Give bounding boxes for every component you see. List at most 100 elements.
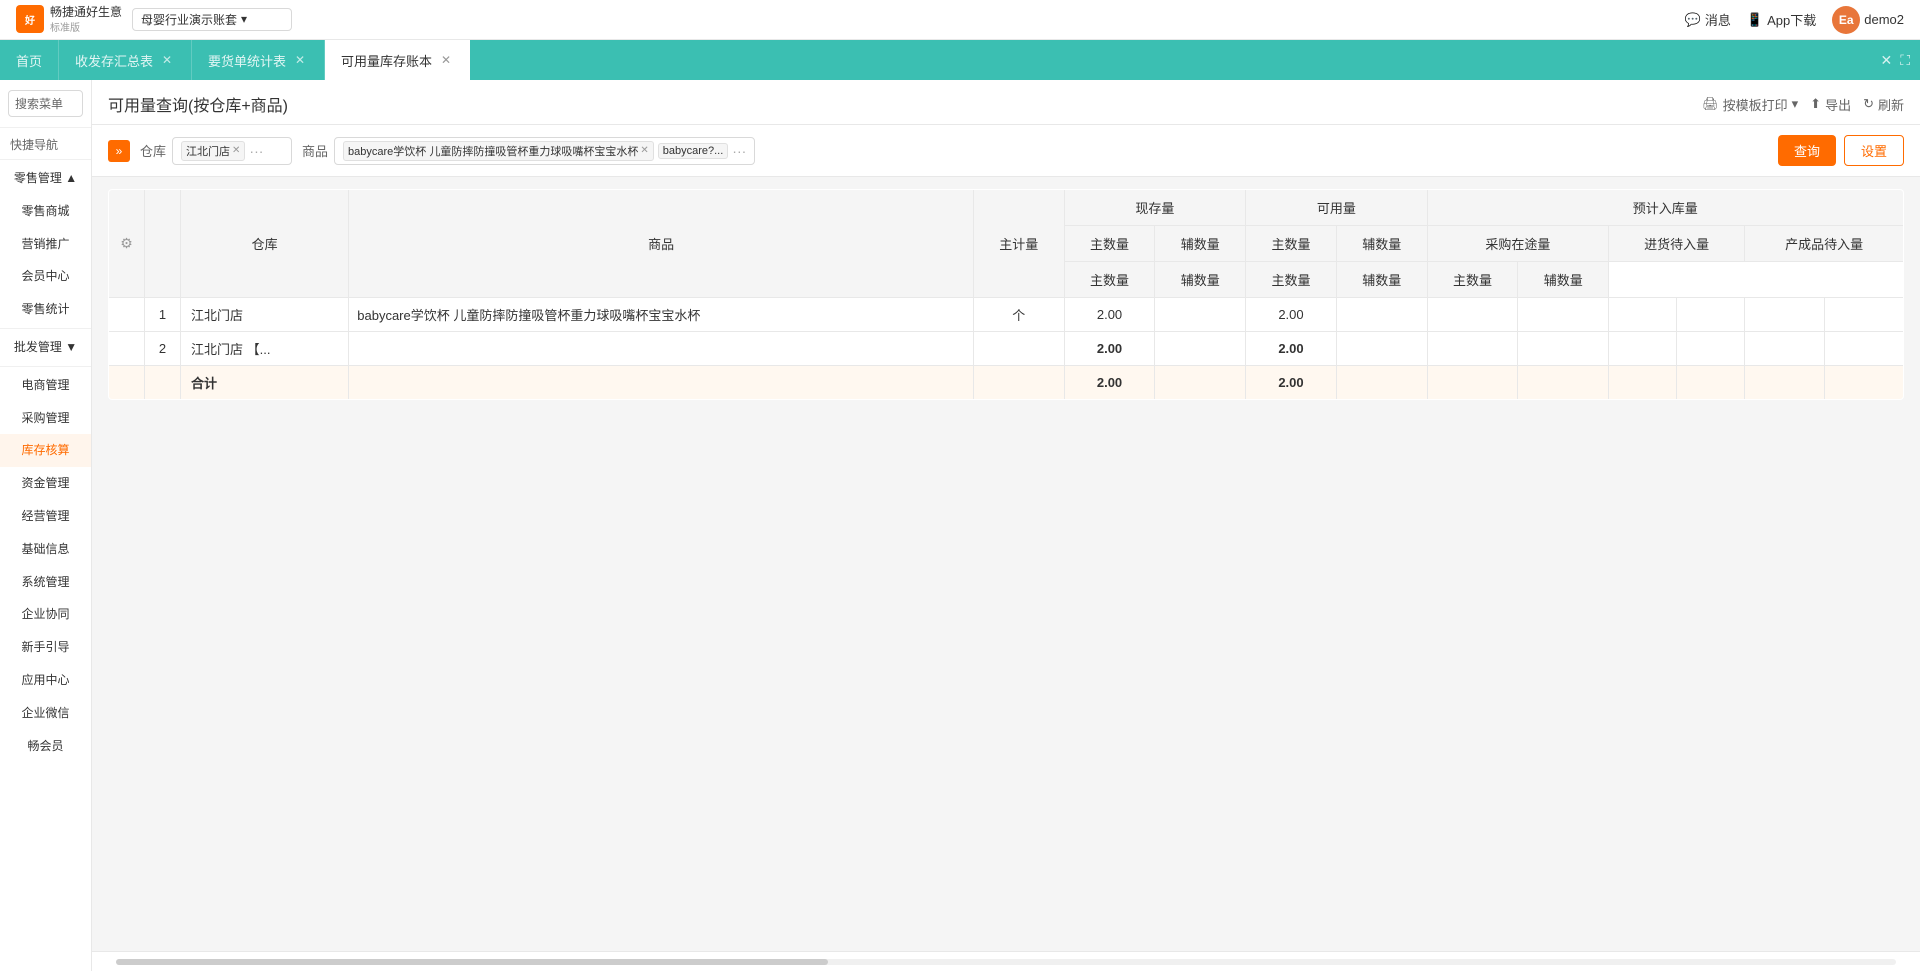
query-btn[interactable]: 查询: [1778, 135, 1836, 166]
export-btn[interactable]: ⬆ 导出: [1810, 95, 1851, 114]
total-avail-main: 2.00: [1246, 366, 1337, 400]
sidebar-item-ops-mgmt[interactable]: 经营管理: [0, 500, 91, 533]
message-btn[interactable]: 💬 消息: [1685, 10, 1731, 29]
sidebar-item-retail-mall[interactable]: 零售商城: [0, 195, 91, 228]
cell-product-pending-main-2: [1745, 332, 1824, 366]
warehouse-filter: 仓库 江北门店 ✕ ···: [140, 137, 292, 165]
product-input[interactable]: babycare学饮杯 儿童防摔防撞吸管杯重力球吸嘴杯宝宝水杯 ✕ babyca…: [334, 137, 755, 165]
th-main-unit: 主计量: [973, 190, 1064, 298]
quick-nav-label[interactable]: 快捷导航: [0, 128, 91, 157]
content-header: 可用量查询(按仓库+商品) 🖨 按模板打印 ▾ ⬆ 导出 ↻ 刷新: [92, 80, 1920, 125]
cell-pending-main-1: [1609, 298, 1677, 332]
sidebar-item-basic-info[interactable]: 基础信息: [0, 533, 91, 566]
product-more-icon[interactable]: ···: [732, 143, 746, 159]
th-current-stock-aux: 辅数量: [1155, 226, 1246, 262]
tab-fullscreen-icon[interactable]: ⛶: [1900, 52, 1910, 69]
th-purchase-in-transit: 采购在途量: [1427, 226, 1608, 262]
sidebar-item-finance-mgmt[interactable]: 资金管理: [0, 467, 91, 500]
sidebar-item-retail-mgmt[interactable]: 零售管理 ▲: [0, 162, 91, 195]
cell-avail-aux-1: [1336, 298, 1427, 332]
filter-expand-btn[interactable]: »: [108, 140, 130, 162]
table-row: 1 江北门店 babycare学饮杯 儿童防摔防撞吸管杯重力球吸嘴杯宝宝水杯 个…: [109, 298, 1904, 332]
cell-product-1: babycare学饮杯 儿童防摔防撞吸管杯重力球吸嘴杯宝宝水杯: [349, 298, 974, 332]
sidebar-item-system-mgmt[interactable]: 系统管理: [0, 566, 91, 599]
sidebar-item-app-center[interactable]: 应用中心: [0, 664, 91, 697]
th-settings: ⚙: [109, 190, 145, 298]
cell-transit-main-1: [1427, 298, 1518, 332]
sidebar-item-purchase-mgmt[interactable]: 采购管理: [0, 402, 91, 435]
cell-warehouse-1: 江北门店: [181, 298, 349, 332]
sidebar-divider-2: [0, 328, 91, 329]
cell-transit-main-2: [1427, 332, 1518, 366]
tab-close-order-stats[interactable]: ✕: [292, 52, 308, 68]
logo-area: 好 畅捷通好生意 标准版: [16, 5, 122, 34]
chevron-down-icon-print: ▾: [1792, 96, 1799, 112]
top-bar-right: 💬 消息 📱 App下载 Ea demo2: [1685, 6, 1904, 34]
warehouse-tag: 江北门店 ✕: [181, 141, 245, 161]
cell-pending-aux-1: [1677, 298, 1745, 332]
tab-income-summary[interactable]: 收发存汇总表 ✕: [59, 40, 192, 80]
th-product: 商品: [349, 190, 974, 298]
th-current-stock-main: 主数量: [1064, 226, 1155, 262]
top-bar-left: 好 畅捷通好生意 标准版 母婴行业演示账套 ▾: [16, 5, 292, 34]
sidebar-search: 搜索菜单: [0, 80, 91, 128]
tab-close-income-summary[interactable]: ✕: [159, 52, 175, 68]
tab-close-available-stock[interactable]: ✕: [438, 52, 454, 68]
refresh-btn[interactable]: ↻ 刷新: [1863, 95, 1904, 114]
th-purchase-pending: 进货待入量: [1609, 226, 1745, 262]
horizontal-scrollbar-thumb[interactable]: [116, 959, 828, 965]
th-available-aux: 辅数量: [1336, 226, 1427, 262]
cell-product-pending-aux-1: [1824, 298, 1904, 332]
total-product-pending-main: [1745, 366, 1824, 400]
warehouse-more-icon[interactable]: ···: [249, 143, 263, 159]
app-download-btn[interactable]: 📱 App下载: [1747, 10, 1816, 29]
total-settings: [109, 366, 145, 400]
sidebar-item-wholesale-mgmt[interactable]: 批发管理 ▼: [0, 331, 91, 364]
tab-bar: 首页 收发存汇总表 ✕ 要货单统计表 ✕ 可用量库存账本 ✕ ✕ ⛶: [0, 40, 1920, 80]
tab-order-stats[interactable]: 要货单统计表 ✕: [192, 40, 325, 80]
sidebar-item-member[interactable]: 畅会员: [0, 730, 91, 763]
store-selector[interactable]: 母婴行业演示账套 ▾: [132, 8, 292, 31]
sidebar-item-new-guide[interactable]: 新手引导: [0, 631, 91, 664]
print-icon: 🖨: [1702, 96, 1719, 112]
table-area: ⚙ 仓库 商品 主计量 现存量 可用量 预计入库量 主数量 辅数量 主数量: [92, 177, 1920, 951]
sidebar-item-member-center[interactable]: 会员中心: [0, 260, 91, 293]
total-transit-aux: [1518, 366, 1609, 400]
cell-current-aux-2: [1155, 332, 1246, 366]
product-tag-2: babycare?...: [658, 143, 729, 159]
sidebar-item-enterprise-collab[interactable]: 企业协同: [0, 598, 91, 631]
app-icon: 📱: [1747, 12, 1763, 28]
settings-btn[interactable]: 设置: [1844, 135, 1904, 166]
horizontal-scrollbar-track[interactable]: [116, 959, 1896, 965]
cell-current-main-2: 2.00: [1064, 332, 1155, 366]
th-product-pending: 产成品待入量: [1745, 226, 1904, 262]
gear-icon[interactable]: ⚙: [120, 235, 133, 251]
warehouse-tag-close[interactable]: ✕: [232, 145, 240, 156]
cell-settings-2: [109, 332, 145, 366]
avatar: Ea: [1832, 6, 1860, 34]
product-filter: 商品 babycare学饮杯 儿童防摔防撞吸管杯重力球吸嘴杯宝宝水杯 ✕ bab…: [302, 137, 755, 165]
sidebar-item-ecommerce-mgmt[interactable]: 电商管理: [0, 369, 91, 402]
product-label: 商品: [302, 141, 328, 160]
total-unit: [973, 366, 1064, 400]
product-tag-1-close[interactable]: ✕: [640, 145, 648, 156]
tab-home[interactable]: 首页: [0, 40, 59, 80]
filter-actions: 查询 设置: [1778, 135, 1904, 166]
filter-bar: » 仓库 江北门店 ✕ ··· 商品 babycare学饮杯 儿童防摔防撞吸管杯…: [92, 125, 1920, 177]
sidebar-item-enterprise-wechat[interactable]: 企业微信: [0, 697, 91, 730]
th-purchase-pending-main: 主数量: [1246, 262, 1337, 298]
search-menu-btn[interactable]: 搜索菜单: [8, 90, 83, 117]
main-layout: 搜索菜单 快捷导航 零售管理 ▲ 零售商城 营销推广 会员中心 零售统计 批发管…: [0, 80, 1920, 971]
header-actions: 🖨 按模板打印 ▾ ⬆ 导出 ↻ 刷新: [1702, 95, 1904, 114]
warehouse-input[interactable]: 江北门店 ✕ ···: [172, 137, 292, 165]
th-purchase-pending-aux: 辅数量: [1336, 262, 1427, 298]
tab-close-all-icon[interactable]: ✕: [1880, 52, 1892, 69]
tab-available-stock[interactable]: 可用量库存账本 ✕: [325, 40, 470, 80]
template-print-btn[interactable]: 🖨 按模板打印 ▾: [1702, 95, 1798, 114]
user-profile[interactable]: Ea demo2: [1832, 6, 1904, 34]
total-transit-main: [1427, 366, 1518, 400]
sidebar-item-inventory-check[interactable]: 库存核算: [0, 434, 91, 467]
sidebar-item-retail-stats[interactable]: 零售统计: [0, 293, 91, 326]
sidebar-item-marketing[interactable]: 营销推广: [0, 228, 91, 261]
product-tag-1: babycare学饮杯 儿童防摔防撞吸管杯重力球吸嘴杯宝宝水杯 ✕: [343, 141, 654, 161]
